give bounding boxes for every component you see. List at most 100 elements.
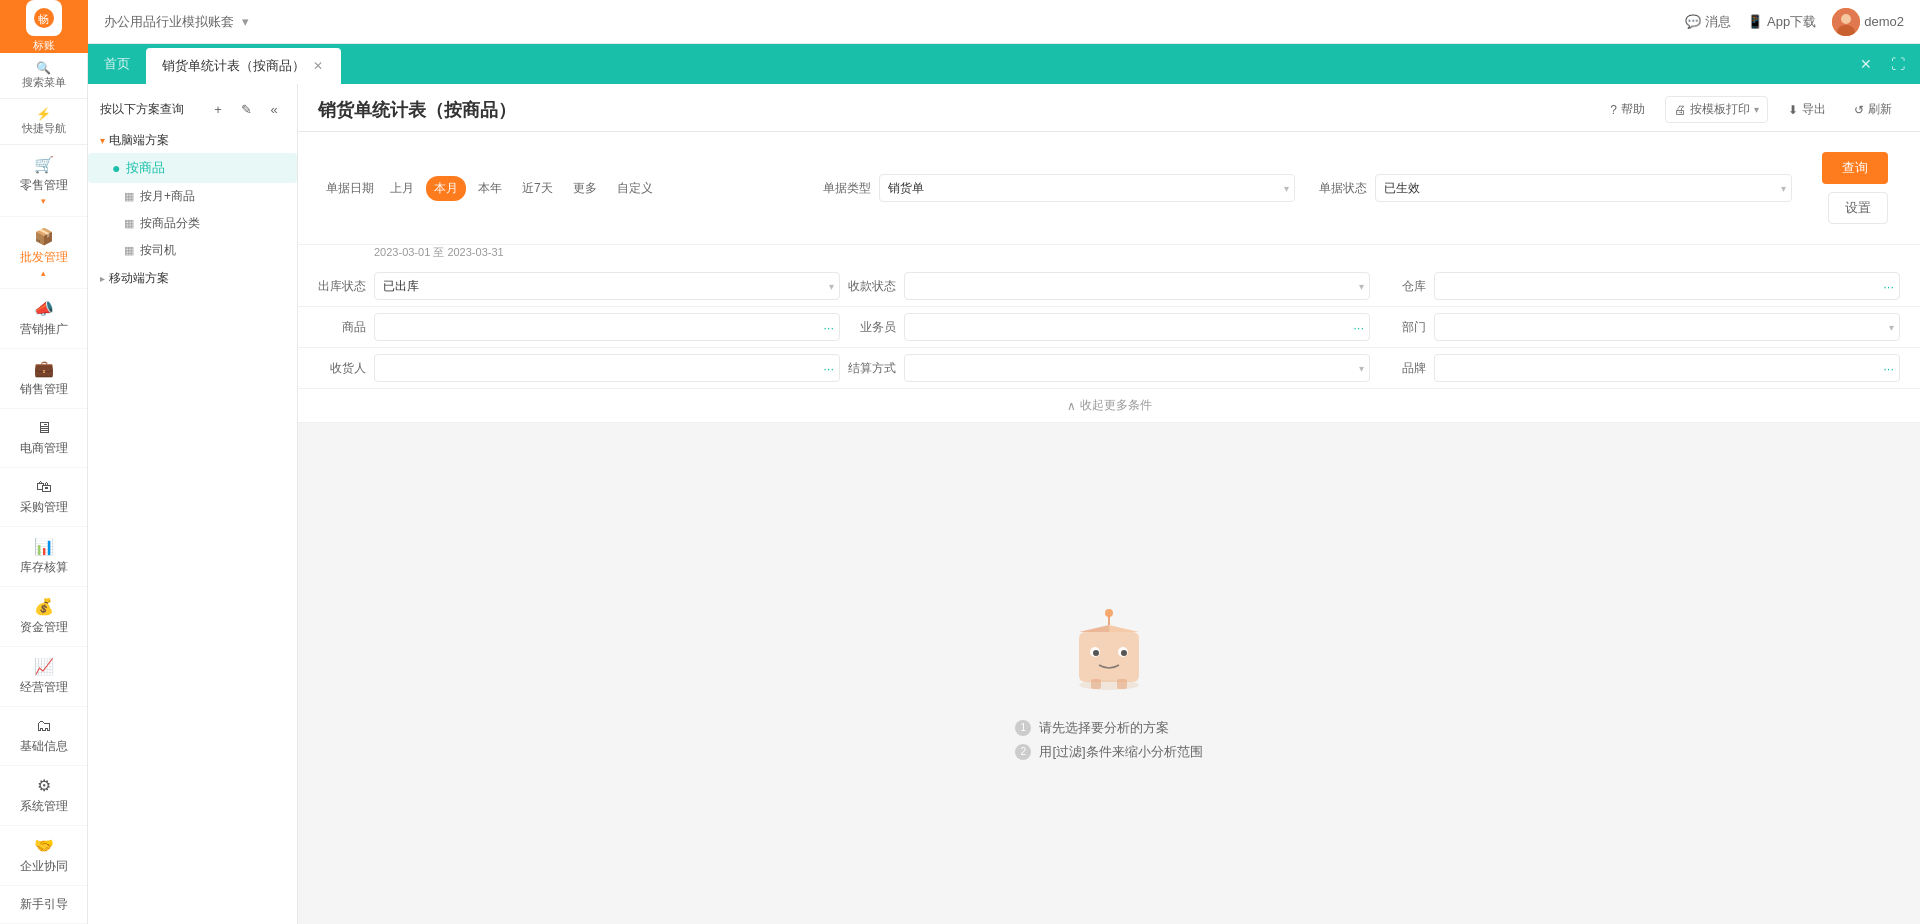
date-range-row: 2023-03-01 至 2023-03-31 — [298, 245, 1920, 266]
filter-row-4: 收货人 ··· 结算方式 品牌 — [298, 348, 1920, 389]
doc-status-input[interactable] — [1375, 174, 1792, 202]
query-btn[interactable]: 查询 — [1822, 152, 1888, 184]
date-btn-custom[interactable]: 自定义 — [609, 176, 661, 201]
nav-icon: ⚡ — [36, 107, 51, 121]
scheme-by-goods[interactable]: ● 按商品 — [88, 153, 297, 183]
retail-arrow: ▾ — [41, 196, 46, 206]
page-title: 销货单统计表（按商品） — [318, 98, 516, 122]
payment-status-input[interactable] — [904, 272, 1370, 300]
warehouse-input[interactable] — [1434, 272, 1900, 300]
filter-row-2: 出库状态 收款状态 仓库 — [298, 266, 1920, 307]
date-btn-this-year[interactable]: 本年 — [470, 176, 510, 201]
system-label: 系统管理 — [20, 798, 68, 815]
search-menu[interactable]: 🔍 搜索菜单 — [0, 53, 87, 99]
export-icon: ⬇ — [1788, 103, 1798, 117]
doc-type-control — [879, 174, 1296, 202]
svg-rect-16 — [1117, 679, 1127, 689]
avatar — [1832, 8, 1860, 36]
svg-point-10 — [1093, 650, 1099, 656]
date-btn-7days[interactable]: 近7天 — [514, 176, 561, 201]
recipient-item: 收货人 ··· — [318, 354, 840, 382]
logo-icon: 畅 — [26, 0, 62, 36]
recipient-input[interactable] — [374, 354, 840, 382]
marketing-icon: 📣 — [34, 299, 54, 318]
tab-close-window-btn[interactable]: ✕ — [1852, 50, 1880, 78]
goods-input[interactable] — [374, 313, 840, 341]
scheme-driver-label: 按司机 — [140, 242, 176, 259]
scheme-cat-icon: ▦ — [124, 217, 134, 230]
recipient-control: ··· — [374, 354, 840, 382]
desktop-section-label: 电脑端方案 — [109, 132, 169, 149]
brand-input[interactable] — [1434, 354, 1900, 382]
app-logo[interactable]: 畅 标账 — [0, 0, 88, 53]
user-menu[interactable]: demo2 — [1832, 8, 1904, 36]
sidebar-item-marketing[interactable]: 📣 营销推广 — [0, 289, 87, 349]
mobile-section-header[interactable]: ▸ 移动端方案 — [88, 264, 297, 291]
date-btn-last-month[interactable]: 上月 — [382, 176, 422, 201]
sidebar-item-collab[interactable]: 🤝 企业协同 — [0, 826, 87, 886]
empty-tip-2: 2 用[过滤]条件来缩小分析范围 — [1015, 743, 1202, 761]
out-status-control — [374, 272, 840, 300]
scheme-by-driver[interactable]: ▦ 按司机 — [88, 237, 297, 264]
settings-btn[interactable]: 设置 — [1828, 192, 1888, 224]
brand-control: ··· — [1434, 354, 1900, 382]
refresh-btn[interactable]: ↺ 刷新 — [1846, 97, 1900, 122]
operation-label: 经营管理 — [20, 679, 68, 696]
print-label: 按模板打印 — [1690, 101, 1750, 118]
app-download-btn[interactable]: 📱 App下载 — [1747, 13, 1816, 31]
tip-text-1: 请先选择要分析的方案 — [1039, 719, 1169, 737]
sidebar-item-wholesale[interactable]: 📦 批发管理 ▴ — [0, 217, 87, 289]
desktop-section-header[interactable]: ▾ 电脑端方案 — [88, 126, 297, 153]
help-btn[interactable]: ? 帮助 — [1602, 97, 1653, 122]
svg-marker-6 — [1079, 625, 1109, 632]
svg-point-11 — [1121, 650, 1127, 656]
brand-item: 品牌 ··· — [1378, 354, 1900, 382]
scheme-by-category[interactable]: ▦ 按商品分类 — [88, 210, 297, 237]
inventory-icon: 📊 — [34, 537, 54, 556]
scheme-month-icon: ▦ — [124, 190, 134, 203]
sidebar-item-purchase[interactable]: 🛍 采购管理 — [0, 468, 87, 527]
tab-active[interactable]: 销货单统计表（按商品） ✕ — [146, 48, 341, 84]
sidebar-item-sales[interactable]: 💼 销售管理 — [0, 349, 87, 409]
collapse-btn[interactable]: ∧ 收起更多条件 — [1067, 397, 1152, 414]
edit-scheme-btn[interactable]: ✎ — [235, 98, 257, 120]
sidebar-item-operation[interactable]: 📈 经营管理 — [0, 647, 87, 707]
sidebar-item-retail[interactable]: 🛒 零售管理 ▾ — [0, 145, 87, 217]
sidebar-item-basic[interactable]: 🗂 基础信息 — [0, 707, 87, 766]
brand-label: 品牌 — [1378, 360, 1434, 377]
print-btn[interactable]: 🖨 按模板打印 ▾ — [1665, 96, 1768, 123]
industry-dropdown-icon[interactable]: ▾ — [242, 14, 249, 29]
out-status-label: 出库状态 — [318, 278, 374, 295]
sidebar-item-inventory[interactable]: 📊 库存核算 — [0, 527, 87, 587]
purchase-label: 采购管理 — [20, 499, 68, 516]
payment-status-control — [904, 272, 1370, 300]
doc-type-input[interactable] — [879, 174, 1296, 202]
payment-method-input[interactable] — [904, 354, 1370, 382]
topbar-left: 办公用品行业模拟账套 ▾ — [104, 13, 249, 31]
sidebar-item-finance[interactable]: 💰 资金管理 — [0, 587, 87, 647]
tab-close-btn[interactable]: ✕ — [311, 57, 325, 75]
scheme-by-month-goods[interactable]: ▦ 按月+商品 — [88, 183, 297, 210]
quick-nav[interactable]: ⚡ 快捷导航 — [0, 99, 87, 145]
tab-home[interactable]: 首页 — [88, 44, 146, 84]
help-label: 帮助 — [1621, 101, 1645, 118]
out-status-input[interactable] — [374, 272, 840, 300]
svg-point-3 — [1841, 14, 1851, 24]
salesperson-input[interactable] — [904, 313, 1370, 341]
add-scheme-btn[interactable]: + — [207, 98, 229, 120]
sidebar-item-guide[interactable]: 新手引导 — [0, 886, 87, 924]
left-panel-header: 按以下方案查询 + ✎ « — [88, 92, 297, 126]
collapse-icon: ∧ — [1067, 399, 1076, 413]
tab-maximize-btn[interactable]: ⛶ — [1884, 50, 1912, 78]
department-input[interactable] — [1434, 313, 1900, 341]
export-btn[interactable]: ⬇ 导出 — [1780, 97, 1834, 122]
date-btn-more[interactable]: 更多 — [565, 176, 605, 201]
sidebar-item-system[interactable]: ⚙ 系统管理 — [0, 766, 87, 826]
search-icon: 🔍 — [36, 61, 51, 75]
date-btn-this-month[interactable]: 本月 — [426, 176, 466, 201]
collapse-panel-btn[interactable]: « — [263, 98, 285, 120]
sidebar-item-ecommerce[interactable]: 🖥 电商管理 — [0, 409, 87, 468]
print-dropdown-icon: ▾ — [1754, 104, 1759, 115]
message-btn[interactable]: 💬 消息 — [1685, 13, 1731, 31]
export-label: 导出 — [1802, 101, 1826, 118]
